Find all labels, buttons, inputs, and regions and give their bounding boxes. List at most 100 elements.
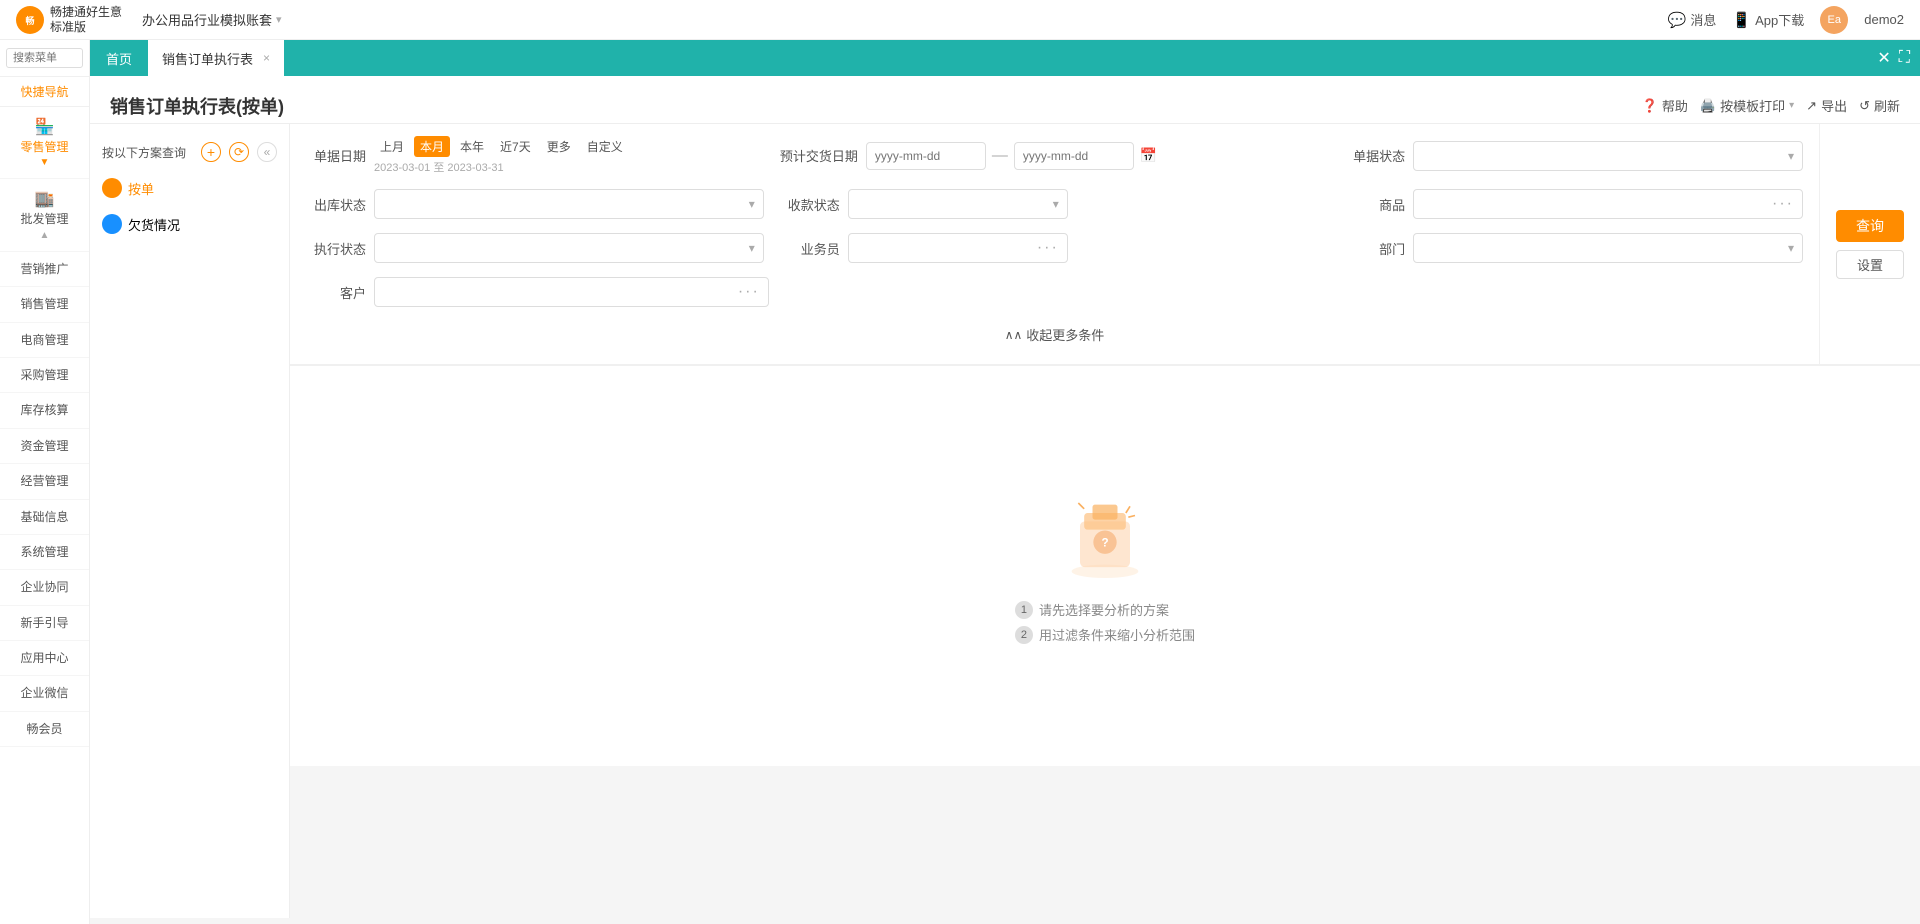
preset-current-year[interactable]: 本年 [454,136,490,157]
scheme-order-icon [102,178,122,198]
filter-scheme-by-order[interactable]: 按单 [90,170,289,206]
print-button[interactable]: 🖨️ 按模板打印 ▾ [1700,96,1794,115]
sidebar-item-wholesale[interactable]: 🏬 批发管理 ▲ [0,179,89,251]
sidebar-item-purchase[interactable]: 采购管理 [0,358,89,393]
message-action[interactable]: 💬 消息 [1668,10,1717,29]
company-selector[interactable]: 办公用品行业模拟账套 ▾ [142,10,282,29]
main-content: 按以下方案查询 + ⟳ « 按单 [90,124,1920,918]
filter-field-product: 商品 ··· [1345,189,1803,219]
sidebar-item-enterprise[interactable]: 企业协同 [0,570,89,605]
filter-field-expected-date: 预计交货日期 — 📅 [780,142,1329,170]
query-button[interactable]: 查询 [1836,210,1904,242]
sidebar-item-base[interactable]: 基础信息 [0,500,89,535]
execute-status-select[interactable]: ▾ [374,233,764,263]
preset-last-month[interactable]: 上月 [374,136,410,157]
filter-scheme-debt[interactable]: 欠货情况 [90,206,289,242]
collapse-up-icon: ∧∧ [1005,328,1023,342]
print-chevron-icon: ▾ [1789,100,1794,111]
sidebar-item-retail[interactable]: 🏪 零售管理 ▼ [0,107,89,179]
filter-field-salesperson: 业务员 ··· [780,233,1329,263]
tab-home[interactable]: 首页 [90,40,148,76]
expected-date-to[interactable] [1014,142,1134,170]
refresh-button[interactable]: ↺ 刷新 [1859,96,1900,115]
sidebar-item-ecommerce[interactable]: 电商管理 [0,323,89,358]
customer-more-icon[interactable]: ··· [738,283,760,301]
refresh-icon: ↺ [1859,98,1870,114]
search-input[interactable] [6,48,83,68]
sidebar-nav-item[interactable]: 快捷导航 [0,77,89,107]
preset-current-month[interactable]: 本月 [414,136,450,157]
filter-form-area: 单据日期 上月 本月 本年 近7天 更多 [290,124,1920,918]
tab-close-all-icon[interactable]: ✕ [1877,48,1890,68]
content-area: 销售订单执行表(按单) ❓ 帮助 🖨️ 按模板打印 ▾ ↗ 导出 [90,76,1920,924]
logo-text: 畅捷通好生意 标准版 [50,5,122,34]
avatar[interactable]: Ea [1820,6,1848,34]
payment-select[interactable]: ▾ [848,189,1068,219]
salesperson-more-icon[interactable]: ··· [1037,239,1059,257]
expected-date-from[interactable] [866,142,986,170]
setting-button[interactable]: 设置 [1836,250,1904,279]
date-picker-area: 上月 本月 本年 近7天 更多 自定义 2023-03-01 至 20 [374,136,629,175]
scheme-debt-icon [102,214,122,234]
sidebar-item-inventory[interactable]: 库存核算 [0,393,89,428]
sidebar-item-sales[interactable]: 销售管理 [0,287,89,322]
app-download-action[interactable]: 📱 App下载 [1732,10,1804,29]
sidebar-item-vip[interactable]: 畅会员 [0,712,89,747]
date-presets: 上月 本月 本年 近7天 更多 自定义 [374,136,629,157]
product-label: 商品 [1345,195,1405,214]
print-icon: 🖨️ [1700,98,1716,114]
download-icon: 📱 [1732,11,1751,29]
refresh-scheme-button[interactable]: ⟳ [229,142,249,162]
export-button[interactable]: ↗ 导出 [1806,96,1847,115]
preset-7-days[interactable]: 近7天 [494,136,537,157]
filter-left-actions: + ⟳ « [201,142,277,162]
filter-field-execute-status: 执行状态 ▾ [306,233,764,263]
help-button[interactable]: ❓ 帮助 [1642,96,1688,115]
outstock-select[interactable]: ▾ [374,189,764,219]
outstock-chevron-icon: ▾ [749,197,755,211]
sidebar-item-guide[interactable]: 新手引导 [0,606,89,641]
salesperson-select[interactable]: ··· [848,233,1068,263]
sidebar-item-wechat[interactable]: 企业微信 [0,676,89,711]
preset-more[interactable]: 更多 [541,136,577,157]
product-more-icon[interactable]: ··· [1772,195,1794,213]
status-chevron-icon: ▾ [1788,149,1794,163]
tip-num-2: 2 [1015,626,1033,644]
execute-status-label: 执行状态 [306,239,366,258]
doc-status-select[interactable]: ▾ [1413,141,1803,171]
user-name[interactable]: demo2 [1864,12,1904,27]
top-header: 畅 畅捷通好生意 标准版 办公用品行业模拟账套 ▾ 💬 消息 📱 App下载 E… [0,0,1920,40]
sidebar-item-marketing[interactable]: 营销推广 [0,252,89,287]
department-select[interactable]: ▾ [1413,233,1803,263]
preset-custom[interactable]: 自定义 [581,136,629,157]
sidebar-item-appstore[interactable]: 应用中心 [0,641,89,676]
svg-text:?: ? [1101,536,1108,549]
sidebar-item-operations[interactable]: 经营管理 [0,464,89,499]
product-select[interactable]: ··· [1413,189,1803,219]
tab-sales-execution[interactable]: 销售订单执行表 × [148,40,284,76]
top-header-left: 畅 畅捷通好生意 标准版 [16,5,122,34]
table-area: ? 1 请先选择要分析的方案 [290,366,1920,766]
filter-row-3: 执行状态 ▾ 业务员 [306,233,1803,263]
collapse-scheme-button[interactable]: « [257,142,277,162]
empty-tip-1: 1 请先选择要分析的方案 [1015,600,1195,619]
empty-illustration: ? [1055,488,1155,588]
filter-row-2: 出库状态 ▾ 收款状态 [306,189,1803,219]
filter-left-header: 按以下方案查询 + ⟳ « [90,134,289,170]
salesperson-label: 业务员 [780,239,840,258]
tab-close-button[interactable]: × [263,51,270,65]
sidebar-item-finance[interactable]: 资金管理 [0,429,89,464]
collapse-btn[interactable]: ∧∧ 收起更多条件 [306,321,1803,352]
export-icon: ↗ [1806,98,1817,114]
customer-select[interactable]: ··· [374,277,769,307]
filter-row-4: 客户 ··· [306,277,1803,307]
expected-date-range: — 📅 [866,142,1157,170]
add-scheme-button[interactable]: + [201,142,221,162]
sidebar-item-system[interactable]: 系统管理 [0,535,89,570]
tab-maximize-icon[interactable]: ⛶ [1899,49,1910,67]
filter-panel: 单据日期 上月 本月 本年 近7天 更多 [290,124,1920,366]
sidebar-search-area [0,40,89,77]
filter-field-date: 单据日期 上月 本月 本年 近7天 更多 [306,136,764,175]
filter-body: 单据日期 上月 本月 本年 近7天 更多 [290,124,1819,364]
payment-chevron-icon: ▾ [1053,197,1059,211]
